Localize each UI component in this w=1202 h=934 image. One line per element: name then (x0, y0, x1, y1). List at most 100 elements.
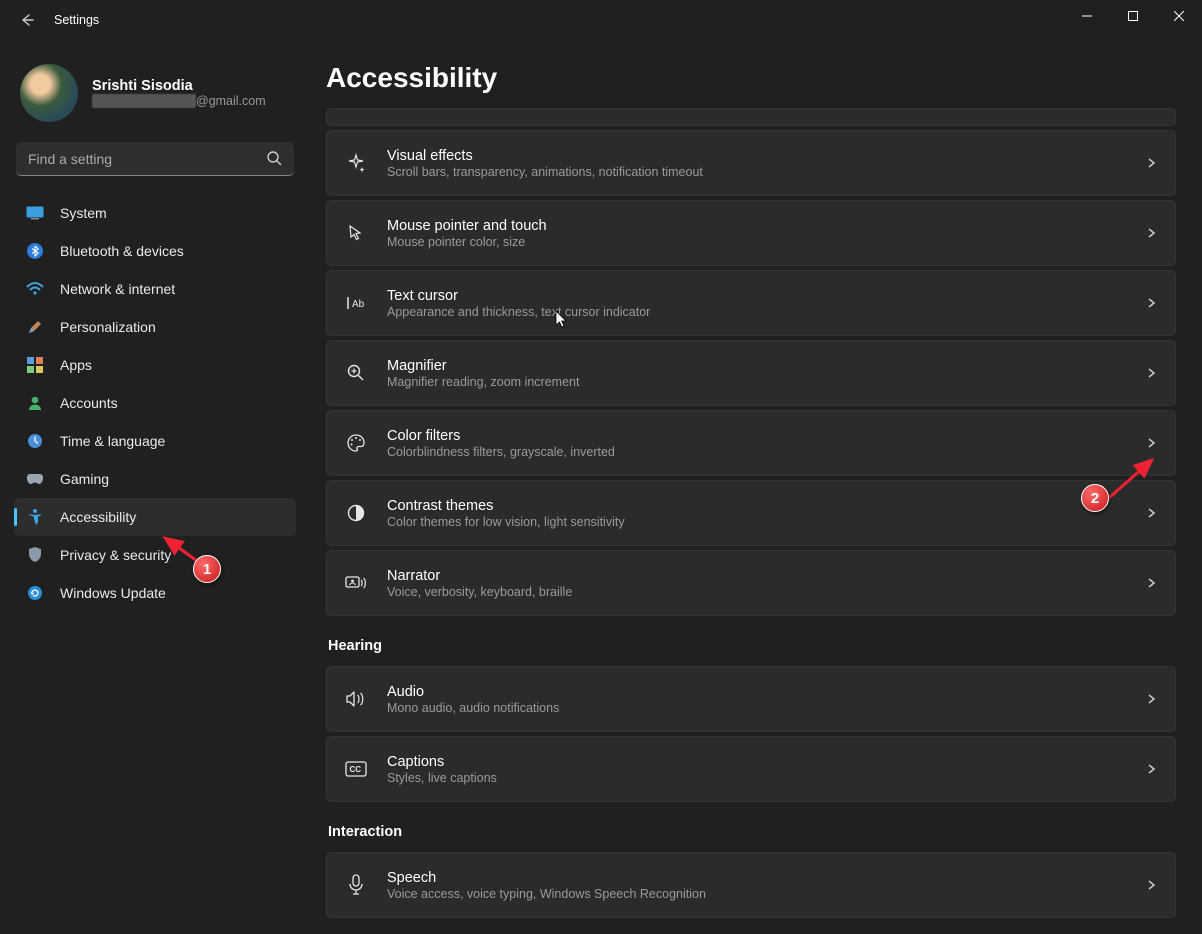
brush-icon (26, 318, 44, 336)
palette-icon (345, 432, 367, 454)
sparkle-icon (345, 152, 367, 174)
nav-personalization[interactable]: Personalization (14, 308, 296, 346)
card-desc: Styles, live captions (387, 771, 1145, 785)
page-title: Accessibility (326, 62, 1176, 94)
nav-label: Network & internet (60, 281, 175, 297)
chevron-right-icon (1145, 227, 1157, 239)
search-icon (266, 150, 282, 166)
accessibility-icon (26, 508, 44, 526)
nav-windows-update[interactable]: Windows Update (14, 574, 296, 612)
card-desc: Mouse pointer color, size (387, 235, 1145, 249)
card-magnifier[interactable]: MagnifierMagnifier reading, zoom increme… (326, 340, 1176, 406)
nav-label: Gaming (60, 471, 109, 487)
card-truncated-top[interactable] (326, 108, 1176, 126)
nav-label: Apps (60, 357, 92, 373)
card-desc: Voice, verbosity, keyboard, braille (387, 585, 1145, 599)
nav-label: Accounts (60, 395, 118, 411)
nav-time-language[interactable]: Time & language (14, 422, 296, 460)
gamepad-icon (26, 470, 44, 488)
card-text-cursor[interactable]: Ab Text cursorAppearance and thickness, … (326, 270, 1176, 336)
window-controls (1064, 0, 1202, 32)
card-color-filters[interactable]: Color filtersColorblindness filters, gra… (326, 410, 1176, 476)
chevron-right-icon (1145, 157, 1157, 169)
minimize-button[interactable] (1064, 0, 1110, 32)
search-input[interactable] (16, 142, 294, 176)
card-desc: Color themes for low vision, light sensi… (387, 515, 1145, 529)
window-title: Settings (54, 13, 99, 27)
card-title: Captions (387, 754, 1145, 770)
nav-label: Privacy & security (60, 547, 171, 563)
apps-icon (26, 356, 44, 374)
close-button[interactable] (1156, 0, 1202, 32)
person-icon (26, 394, 44, 412)
chevron-right-icon (1145, 507, 1157, 519)
section-interaction: Interaction (328, 824, 1174, 840)
nav-gaming[interactable]: Gaming (14, 460, 296, 498)
card-captions[interactable]: CC CaptionsStyles, live captions (326, 736, 1176, 802)
speaker-icon (345, 688, 367, 710)
nav-accessibility[interactable]: Accessibility (14, 498, 296, 536)
svg-text:Ab: Ab (352, 299, 365, 310)
nav-apps[interactable]: Apps (14, 346, 296, 384)
card-title: Narrator (387, 568, 1145, 584)
card-speech[interactable]: SpeechVoice access, voice typing, Window… (326, 852, 1176, 918)
card-title: Color filters (387, 428, 1145, 444)
back-button[interactable] (18, 11, 36, 29)
contrast-icon (345, 502, 367, 524)
card-title: Mouse pointer and touch (387, 218, 1145, 234)
card-desc: Scroll bars, transparency, animations, n… (387, 165, 1145, 179)
chevron-right-icon (1145, 879, 1157, 891)
titlebar: Settings (0, 0, 1202, 40)
annotation-badge-1: 1 (193, 555, 221, 583)
nav-label: Accessibility (60, 509, 136, 525)
chevron-right-icon (1145, 437, 1157, 449)
sidebar: Srishti Sisodia xxxxxxxxxxxxxxxx@gmail.c… (0, 40, 310, 934)
card-audio[interactable]: AudioMono audio, audio notifications (326, 666, 1176, 732)
svg-text:CC: CC (350, 765, 362, 774)
card-desc: Mono audio, audio notifications (387, 701, 1145, 715)
nav-accounts[interactable]: Accounts (14, 384, 296, 422)
nav-network[interactable]: Network & internet (14, 270, 296, 308)
card-narrator[interactable]: NarratorVoice, verbosity, keyboard, brai… (326, 550, 1176, 616)
maximize-button[interactable] (1110, 0, 1156, 32)
user-name: Srishti Sisodia (92, 78, 266, 94)
section-hearing: Hearing (328, 638, 1174, 654)
nav-label: Bluetooth & devices (60, 243, 184, 259)
card-desc: Appearance and thickness, text cursor in… (387, 305, 1145, 319)
card-title: Magnifier (387, 358, 1145, 374)
card-title: Speech (387, 870, 1145, 886)
nav-label: Personalization (60, 319, 156, 335)
nav-privacy[interactable]: Privacy & security (14, 536, 296, 574)
card-contrast-themes[interactable]: Contrast themesColor themes for low visi… (326, 480, 1176, 546)
annotation-badge-2: 2 (1081, 484, 1109, 512)
settings-list: Visual effectsScroll bars, transparency,… (326, 108, 1176, 920)
narrator-icon (345, 572, 367, 594)
nav-label: System (60, 205, 107, 221)
card-desc: Voice access, voice typing, Windows Spee… (387, 887, 1145, 901)
microphone-icon (345, 874, 367, 896)
card-mouse-pointer[interactable]: Mouse pointer and touchMouse pointer col… (326, 200, 1176, 266)
card-desc: Colorblindness filters, grayscale, inver… (387, 445, 1145, 459)
chevron-right-icon (1145, 763, 1157, 775)
cursor-icon (345, 222, 367, 244)
captions-icon: CC (345, 758, 367, 780)
avatar (20, 64, 78, 122)
card-desc: Magnifier reading, zoom increment (387, 375, 1145, 389)
nav-bluetooth[interactable]: Bluetooth & devices (14, 232, 296, 270)
chevron-right-icon (1145, 297, 1157, 309)
card-title: Text cursor (387, 288, 1145, 304)
clock-icon (26, 432, 44, 450)
nav-system[interactable]: System (14, 194, 296, 232)
card-title: Contrast themes (387, 498, 1145, 514)
update-icon (26, 584, 44, 602)
shield-icon (26, 546, 44, 564)
card-title: Visual effects (387, 148, 1145, 164)
magnifier-icon (345, 362, 367, 384)
nav-label: Windows Update (60, 585, 166, 601)
nav-list: System Bluetooth & devices Network & int… (14, 194, 296, 612)
card-visual-effects[interactable]: Visual effectsScroll bars, transparency,… (326, 130, 1176, 196)
card-title: Audio (387, 684, 1145, 700)
nav-label: Time & language (60, 433, 165, 449)
search-wrap (16, 142, 294, 176)
user-profile[interactable]: Srishti Sisodia xxxxxxxxxxxxxxxx@gmail.c… (14, 58, 296, 142)
